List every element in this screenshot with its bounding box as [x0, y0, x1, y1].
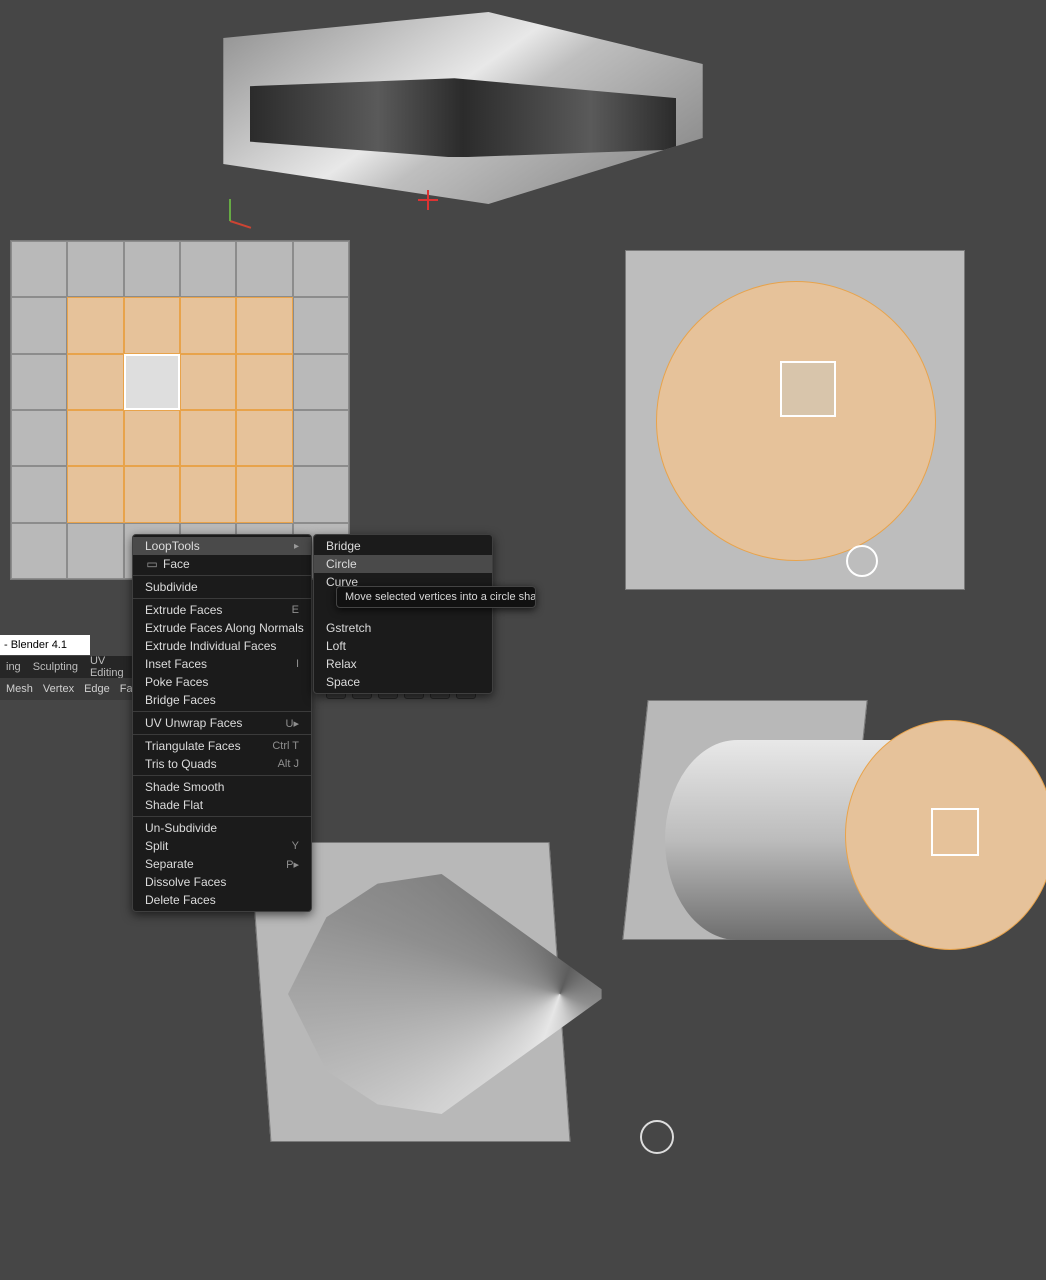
- menu-item[interactable]: Bridge Faces: [133, 691, 311, 709]
- menu-item[interactable]: Extrude FacesE: [133, 601, 311, 619]
- face-context-menu[interactable]: LoopTools▸▭FaceSubdivideExtrude FacesEEx…: [132, 534, 312, 912]
- tooltip-circle: Move selected vertices into a circle sha…: [336, 586, 536, 608]
- menu-item[interactable]: Subdivide: [133, 578, 311, 596]
- menu-item[interactable]: Shade Smooth: [133, 778, 311, 796]
- submenu-item[interactable]: Circle: [314, 555, 492, 573]
- menu-item[interactable]: LoopTools▸: [133, 537, 311, 555]
- mode-tab-edge[interactable]: Edge: [84, 683, 110, 695]
- brush-cursor: [846, 545, 878, 577]
- submenu-item[interactable]: Bridge: [314, 537, 492, 555]
- workspace-tab[interactable]: UV Editing: [90, 655, 129, 679]
- workspace-tab[interactable]: ing: [6, 661, 21, 673]
- viewport-cylinder: [615, 700, 1015, 1000]
- window-title: - Blender 4.1: [0, 635, 90, 655]
- menu-item[interactable]: ▭Face: [133, 555, 311, 573]
- mode-tab-vertex[interactable]: Vertex: [43, 683, 74, 695]
- menu-item[interactable]: Tris to QuadsAlt J: [133, 755, 311, 773]
- workspace-tabs[interactable]: ing Sculpting UV Editing: [0, 656, 135, 678]
- viewport-plane-right: [625, 250, 965, 590]
- viewport-spike: [260, 842, 610, 1182]
- menu-item[interactable]: Inset FacesI: [133, 655, 311, 673]
- menu-item[interactable]: Triangulate FacesCtrl T: [133, 737, 311, 755]
- submenu-item[interactable]: Gstretch: [314, 619, 492, 637]
- menu-item[interactable]: Delete Faces: [133, 891, 311, 909]
- submenu-item[interactable]: Loft: [314, 637, 492, 655]
- menu-item[interactable]: SplitY: [133, 837, 311, 855]
- submenu-item[interactable]: Relax: [314, 655, 492, 673]
- menu-item[interactable]: Poke Faces: [133, 673, 311, 691]
- 3d-cursor: [424, 196, 432, 204]
- brush-cursor-2: [640, 1120, 674, 1154]
- menu-item[interactable]: Un-Subdivide: [133, 819, 311, 837]
- menu-item[interactable]: UV Unwrap FacesU▸: [133, 714, 311, 732]
- viewport-model-top: [208, 8, 718, 208]
- menu-item[interactable]: Extrude Individual Faces: [133, 637, 311, 655]
- looptools-submenu[interactable]: BridgeCircleCurveGstretchLoftRelaxSpace: [313, 534, 493, 694]
- axis-gizmo: [200, 190, 260, 250]
- viewport-plane-left: [10, 240, 350, 580]
- menu-item[interactable]: Shade Flat: [133, 796, 311, 814]
- menu-item[interactable]: SeparateP▸: [133, 855, 311, 873]
- menu-item[interactable]: Dissolve Faces: [133, 873, 311, 891]
- menu-item[interactable]: Extrude Faces Along Normals: [133, 619, 311, 637]
- edit-mode-tabs[interactable]: Mesh Vertex Edge Fac: [0, 678, 135, 700]
- mode-tab-mesh[interactable]: Mesh: [6, 683, 33, 695]
- workspace-tab[interactable]: Sculpting: [33, 661, 78, 673]
- submenu-item[interactable]: Space: [314, 673, 492, 691]
